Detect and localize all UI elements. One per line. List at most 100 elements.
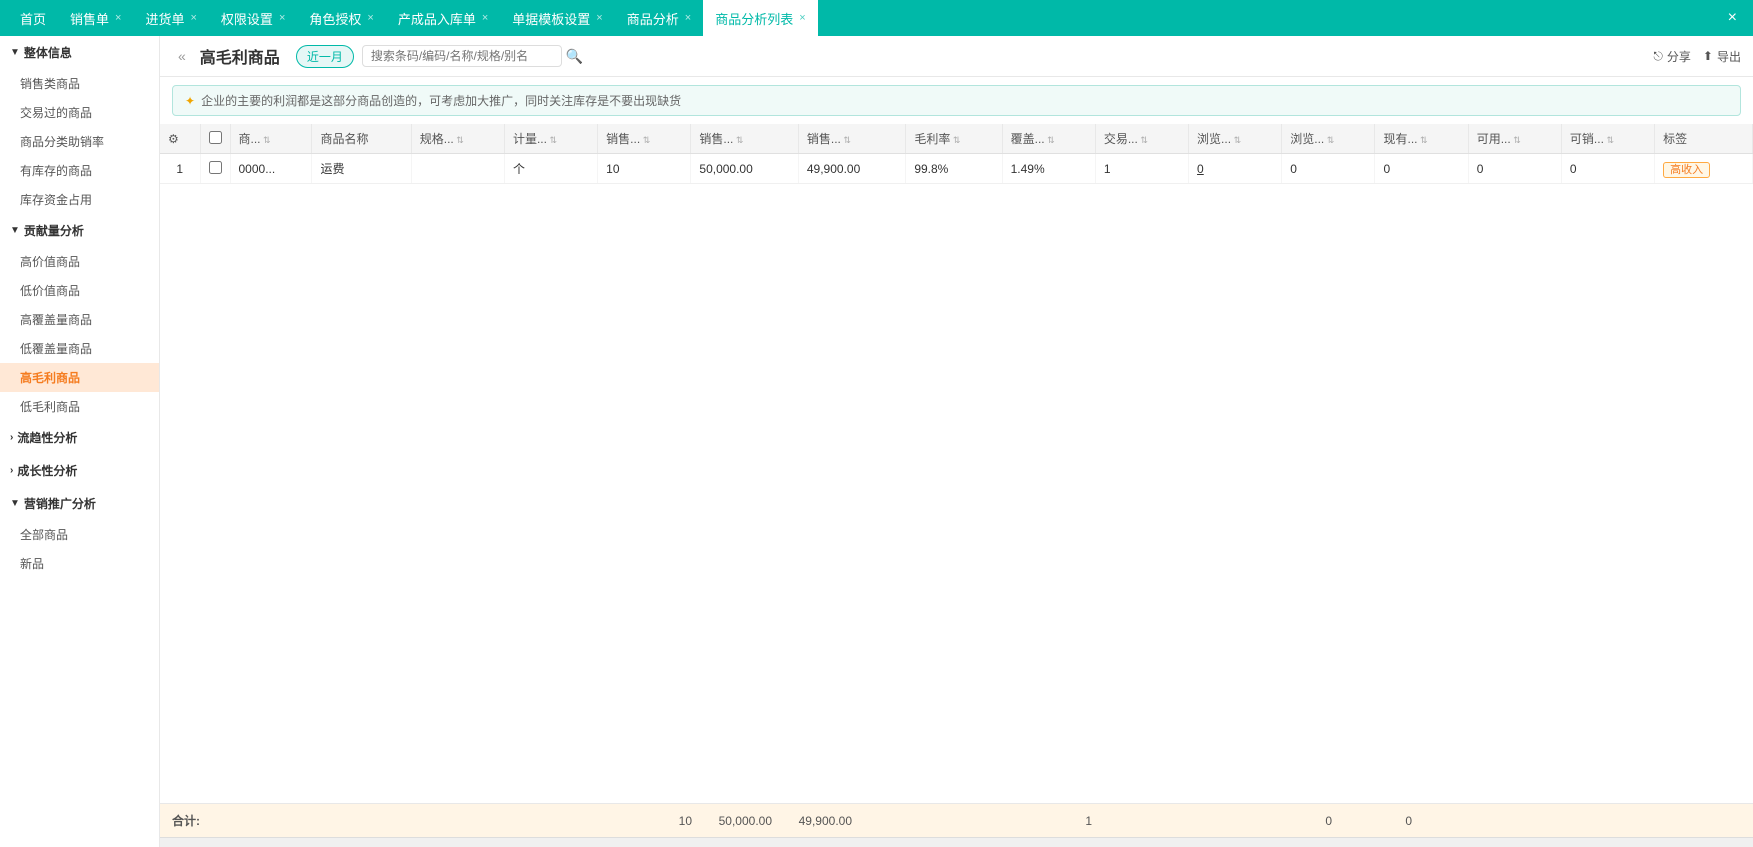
col-header-sales_cost[interactable]: 销售... ⇅	[798, 124, 905, 154]
sidebar-item-低覆盖量商品[interactable]: 低覆盖量商品	[0, 334, 159, 363]
cell-sales_cost: 49,900.00	[798, 154, 905, 184]
footer-cell	[460, 814, 540, 828]
sidebar-item-有库存的商品[interactable]: 有库存的商品	[0, 156, 159, 185]
col-header-sales_amt[interactable]: 销售... ⇅	[691, 124, 798, 154]
search-input[interactable]	[362, 45, 562, 67]
search-button[interactable]: 🔍	[566, 48, 583, 65]
cell-stock: 0	[1375, 154, 1468, 184]
sidebar-group-1[interactable]: ▼贡献量分析	[0, 214, 159, 247]
col-header-stock[interactable]: 现有... ⇅	[1375, 124, 1468, 154]
cell-spec	[411, 154, 504, 184]
nav-close-icon[interactable]: ×	[482, 12, 488, 24]
sort-icon: ⇅	[1418, 135, 1428, 145]
col-header-trade[interactable]: 交易... ⇅	[1095, 124, 1188, 154]
col-header-spec[interactable]: 规格... ⇅	[411, 124, 504, 154]
col-header-name[interactable]: 商品名称	[312, 124, 411, 154]
table-row: 10000...运费个1050,000.0049,900.0099.8%1.49…	[160, 154, 1753, 184]
filter-recent-month-button[interactable]: 近一月	[296, 45, 354, 68]
cell-checkbox[interactable]	[200, 154, 230, 184]
sidebar-item-新品[interactable]: 新品	[0, 549, 159, 578]
sidebar-item-低毛利商品[interactable]: 低毛利商品	[0, 392, 159, 421]
sort-icon: ⇅	[841, 135, 851, 145]
nav-item-商品分析[interactable]: 商品分析×	[615, 0, 703, 36]
sidebar-item-高价值商品[interactable]: 高价值商品	[0, 247, 159, 276]
close-all-button[interactable]: ×	[1720, 9, 1745, 27]
main-layout: ▼整体信息销售类商品交易过的商品商品分类助销率有库存的商品库存资金占用▼贡献量分…	[0, 36, 1753, 847]
header-actions: ⎋ 分享 ⬆ 导出	[1653, 48, 1741, 65]
sort-icon: ⇅	[1604, 135, 1614, 145]
sidebar-arrow-icon: ›	[10, 465, 13, 476]
sidebar-item-低价值商品[interactable]: 低价值商品	[0, 276, 159, 305]
share-icon: ⎋	[1653, 49, 1663, 64]
nav-item-权限设置[interactable]: 权限设置×	[209, 0, 297, 36]
sidebar-item-全部商品[interactable]: 全部商品	[0, 520, 159, 549]
cell-sellable: 0	[1561, 154, 1654, 184]
nav-close-icon[interactable]: ×	[596, 12, 602, 24]
settings-col-header[interactable]: ⚙	[160, 124, 200, 154]
nav-item-商品分析列表[interactable]: 商品分析列表×	[703, 0, 817, 36]
sidebar-group-3[interactable]: ›成长性分析	[0, 454, 159, 487]
sidebar-arrow-icon: ▼	[10, 47, 20, 58]
collapse-sidebar-button[interactable]: «	[172, 46, 192, 66]
nav-close-icon[interactable]: ×	[190, 12, 196, 24]
horizontal-scrollbar[interactable]	[160, 837, 1753, 847]
col-header-checkbox[interactable]	[200, 124, 230, 154]
sidebar: ▼整体信息销售类商品交易过的商品商品分类助销率有库存的商品库存资金占用▼贡献量分…	[0, 36, 160, 847]
settings-icon[interactable]: ⚙	[168, 132, 179, 146]
footer-cell	[940, 814, 1020, 828]
col-header-sales_qty[interactable]: 销售... ⇅	[598, 124, 691, 154]
cell-browse2: 0	[1282, 154, 1375, 184]
footer-cell: 49,900.00	[780, 814, 860, 828]
sidebar-item-销售类商品[interactable]: 销售类商品	[0, 69, 159, 98]
sort-icon: ⇅	[261, 135, 271, 145]
nav-item-角色授权[interactable]: 角色授权×	[297, 0, 385, 36]
cell-gross_rate: 99.8%	[906, 154, 1002, 184]
cell-sales_amt: 50,000.00	[691, 154, 798, 184]
col-header-tag[interactable]: 标签	[1655, 124, 1753, 154]
col-header-cover[interactable]: 覆盖... ⇅	[1002, 124, 1095, 154]
sort-icon: ⇅	[733, 135, 743, 145]
sidebar-item-高覆盖量商品[interactable]: 高覆盖量商品	[0, 305, 159, 334]
sidebar-arrow-icon: ▼	[10, 498, 20, 509]
sidebar-group-2[interactable]: ›流趋性分析	[0, 421, 159, 454]
nav-close-icon[interactable]: ×	[799, 12, 805, 24]
sidebar-group-4[interactable]: ▼营销推广分析	[0, 487, 159, 520]
footer-totals: 合计: 1050,000.0049,900.00100	[160, 803, 1753, 837]
nav-close-icon[interactable]: ×	[685, 12, 691, 24]
nav-close-icon[interactable]: ×	[279, 12, 285, 24]
info-banner: ✦ 企业的主要的利润都是这部分商品创造的，可考虑加大推广，同时关注库存是不要出现…	[172, 85, 1741, 116]
col-header-sellable[interactable]: 可销... ⇅	[1561, 124, 1654, 154]
row-checkbox[interactable]	[209, 161, 222, 174]
select-all-checkbox[interactable]	[209, 131, 222, 144]
nav-close-icon[interactable]: ×	[367, 12, 373, 24]
nav-close-icon[interactable]: ×	[115, 12, 121, 24]
nav-item-产成品入库单[interactable]: 产成品入库单×	[386, 0, 500, 36]
sidebar-item-交易过的商品[interactable]: 交易过的商品	[0, 98, 159, 127]
sidebar-item-高毛利商品[interactable]: 高毛利商品	[0, 363, 159, 392]
col-header-gross_rate[interactable]: 毛利率 ⇅	[906, 124, 1002, 154]
content-area: « 高毛利商品 近一月 🔍 ⎋ 分享 ⬆ 导出 ✦ 企业的主要的利润都是这部分商…	[160, 36, 1753, 847]
sidebar-arrow-icon: ›	[10, 432, 13, 443]
sidebar-group-0[interactable]: ▼整体信息	[0, 36, 159, 69]
data-table-wrapper[interactable]: ⚙商... ⇅商品名称规格... ⇅计量... ⇅销售... ⇅销售... ⇅销…	[160, 124, 1753, 803]
nav-item-首页[interactable]: 首页	[8, 0, 58, 36]
cell-avail: 0	[1468, 154, 1561, 184]
col-header-avail[interactable]: 可用... ⇅	[1468, 124, 1561, 154]
nav-item-销售单[interactable]: 销售单×	[58, 0, 133, 36]
cell-code: 0000...	[230, 154, 312, 184]
nav-item-进货单[interactable]: 进货单×	[133, 0, 208, 36]
col-header-browse1[interactable]: 浏览... ⇅	[1189, 124, 1282, 154]
sort-icon: ⇅	[950, 135, 960, 145]
col-header-browse2[interactable]: 浏览... ⇅	[1282, 124, 1375, 154]
top-nav: 首页销售单×进货单×权限设置×角色授权×产成品入库单×单据模板设置×商品分析×商…	[0, 0, 1753, 36]
col-header-code[interactable]: 商... ⇅	[230, 124, 312, 154]
nav-item-单据模板设置[interactable]: 单据模板设置×	[500, 0, 614, 36]
sidebar-item-商品分类助销率[interactable]: 商品分类助销率	[0, 127, 159, 156]
share-button[interactable]: ⎋ 分享	[1653, 48, 1691, 65]
sidebar-item-库存资金占用[interactable]: 库存资金占用	[0, 185, 159, 214]
col-header-unit[interactable]: 计量... ⇅	[504, 124, 597, 154]
export-button[interactable]: ⬆ 导出	[1703, 48, 1741, 65]
footer-cell: 50,000.00	[700, 814, 780, 828]
browse-link[interactable]: 0	[1197, 162, 1204, 176]
footer-cell	[540, 814, 620, 828]
